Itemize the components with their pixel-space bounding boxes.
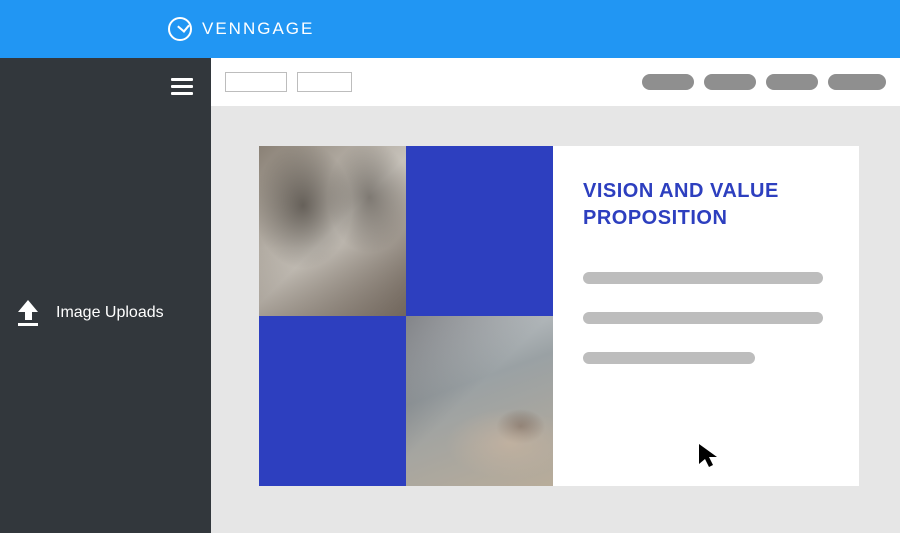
slide-text-line[interactable] <box>583 312 823 324</box>
menu-icon[interactable] <box>171 74 193 99</box>
toolbar-action-3[interactable] <box>766 74 818 90</box>
slide-title[interactable]: VISION AND VALUE PROPOSITION <box>583 178 829 232</box>
slide-color-block-2[interactable] <box>259 316 406 486</box>
brand-logo[interactable]: VENNGAGE <box>168 17 314 41</box>
slide-image-grid <box>259 146 553 486</box>
slide-text-line[interactable] <box>583 352 755 364</box>
slide-image-2[interactable] <box>406 316 553 486</box>
top-bar: VENNGAGE <box>0 0 900 58</box>
slide-content: VISION AND VALUE PROPOSITION <box>553 146 859 486</box>
slide-image-1[interactable] <box>259 146 406 316</box>
toolbar-action-4[interactable] <box>828 74 886 90</box>
sidebar-item-image-uploads[interactable]: Image Uploads <box>18 300 164 326</box>
clock-icon <box>168 17 192 41</box>
canvas-area[interactable]: VISION AND VALUE PROPOSITION <box>211 106 900 533</box>
toolbar-action-1[interactable] <box>642 74 694 90</box>
workspace: VISION AND VALUE PROPOSITION <box>211 58 900 533</box>
slide-color-block-1[interactable] <box>406 146 553 316</box>
sidebar: Image Uploads <box>0 58 211 533</box>
toolbar-select-2[interactable] <box>297 72 352 92</box>
toolbar-action-2[interactable] <box>704 74 756 90</box>
upload-icon <box>18 300 38 326</box>
slide[interactable]: VISION AND VALUE PROPOSITION <box>259 146 859 486</box>
toolbar-select-1[interactable] <box>225 72 287 92</box>
slide-text-line[interactable] <box>583 272 823 284</box>
main-area: Image Uploads VISION AND VALUE PROP <box>0 58 900 533</box>
sidebar-item-label: Image Uploads <box>56 304 164 322</box>
toolbar <box>211 58 900 106</box>
brand-name: VENNGAGE <box>202 19 314 39</box>
